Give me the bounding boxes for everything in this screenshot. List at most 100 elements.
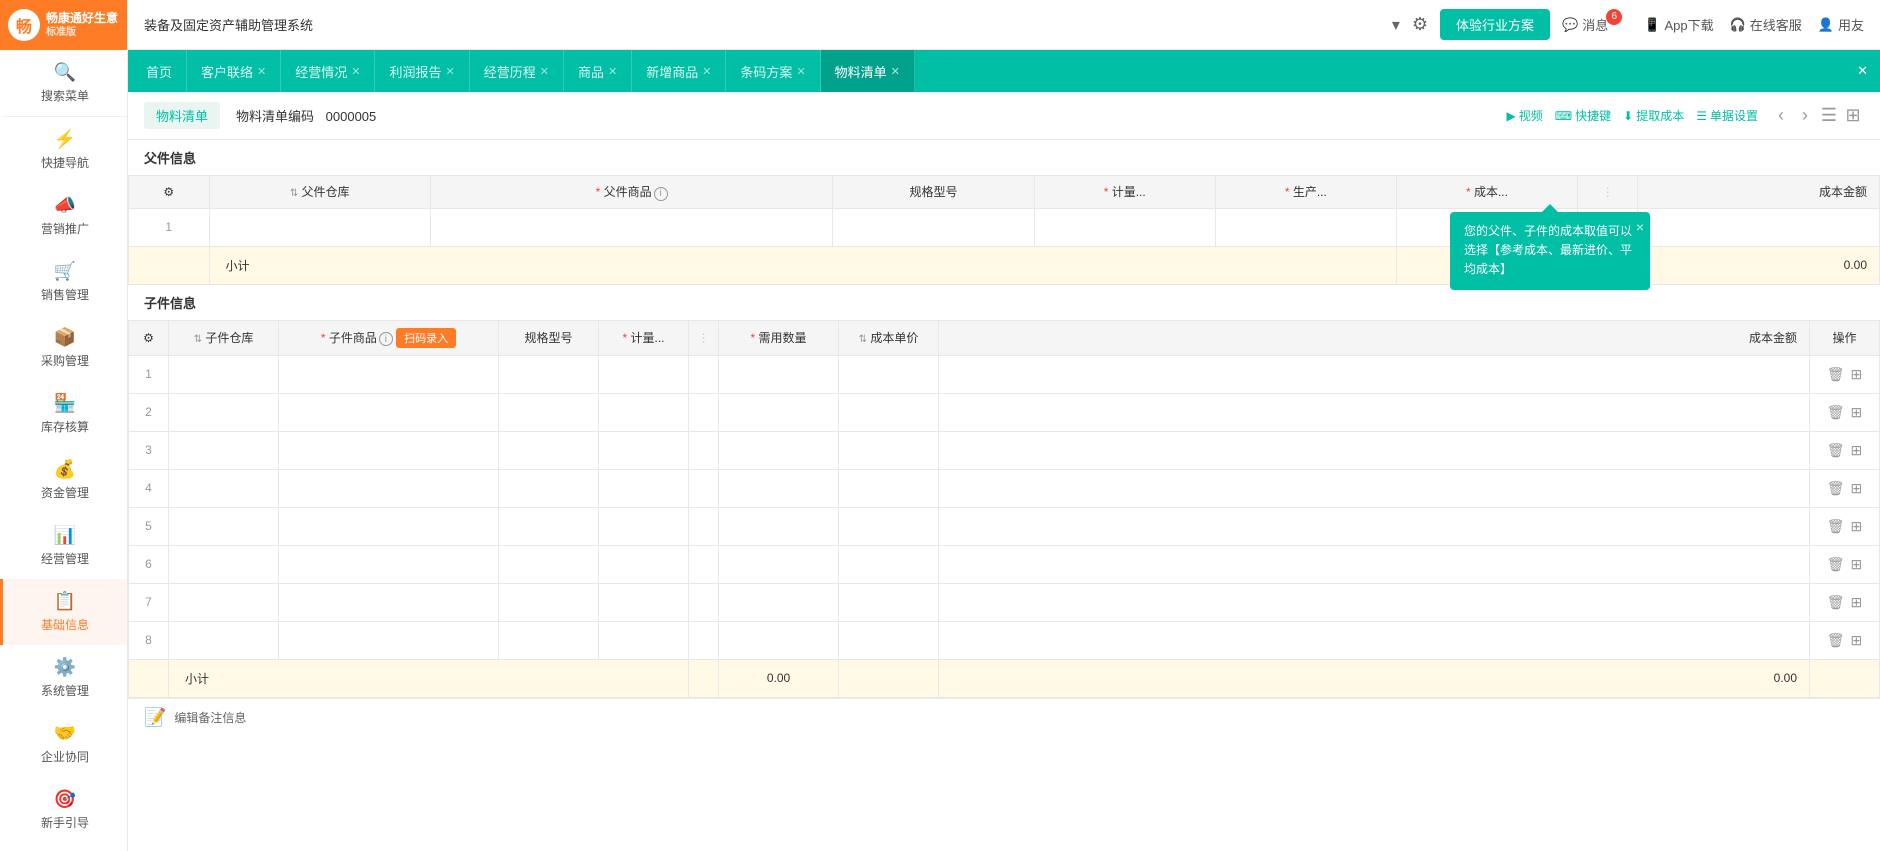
tab-history-close[interactable]: ✕ xyxy=(540,65,549,78)
child-row-1-quantity[interactable] xyxy=(719,355,839,393)
view-action[interactable]: ▶ 视频 xyxy=(1507,107,1543,124)
delete-icon-row-6[interactable]: 🗑 xyxy=(1827,556,1845,573)
child-row-7-spec[interactable] xyxy=(499,583,599,621)
sidebar-item-basic-info[interactable]: 📋 基础信息 xyxy=(0,579,127,645)
parent-row-1-unit[interactable] xyxy=(1034,208,1215,246)
child-row-5-unit[interactable] xyxy=(599,507,689,545)
child-row-2-goods[interactable] xyxy=(279,393,499,431)
prev-btn[interactable]: ‹ xyxy=(1770,105,1792,127)
tab-goods-close[interactable]: ✕ xyxy=(608,65,617,78)
sidebar-item-quick-nav[interactable]: ⚡ 快捷导航 xyxy=(0,117,127,183)
child-row-4-quantity[interactable] xyxy=(719,469,839,507)
scan-button[interactable]: 扫码录入 xyxy=(396,328,456,348)
parent-col-settings[interactable]: ⚙ xyxy=(129,176,210,209)
delete-icon-row-2[interactable]: 🗑 xyxy=(1827,404,1845,421)
child-row-6-goods[interactable] xyxy=(279,545,499,583)
sidebar-item-guide[interactable]: 🎯 新手引导 xyxy=(0,777,127,843)
child-row-1-unit-price[interactable] xyxy=(839,355,939,393)
sidebar-item-operation[interactable]: 📊 经营管理 xyxy=(0,513,127,579)
child-row-3-spec[interactable] xyxy=(499,431,599,469)
copy-icon-row-6[interactable]: ⊞ xyxy=(1851,556,1863,573)
child-row-8-unit-price[interactable] xyxy=(839,621,939,659)
expand-btn[interactable]: ⊞ xyxy=(1842,105,1864,127)
child-row-2-spec[interactable] xyxy=(499,393,599,431)
child-row-4-cost-amount[interactable] xyxy=(939,469,1810,507)
child-row-2-cost-amount[interactable] xyxy=(939,393,1810,431)
child-row-7-unit-price[interactable] xyxy=(839,583,939,621)
delete-icon-row-4[interactable]: 🗑 xyxy=(1827,480,1845,497)
sidebar-item-system[interactable]: ⚙️ 系统管理 xyxy=(0,645,127,711)
topbar-gear-icon[interactable]: ⚙ xyxy=(1412,14,1428,35)
trial-button[interactable]: 体验行业方案 xyxy=(1440,9,1550,40)
tab-history[interactable]: 经营历程 ✕ xyxy=(470,50,564,92)
child-row-5-spec[interactable] xyxy=(499,507,599,545)
tab-profit-close[interactable]: ✕ xyxy=(446,65,455,78)
child-row-6-warehouse[interactable] xyxy=(169,545,279,583)
delete-icon-row-1[interactable]: 🗑 xyxy=(1827,366,1845,383)
parent-row-1-goods[interactable] xyxy=(430,208,833,246)
copy-icon-row-1[interactable]: ⊞ xyxy=(1851,366,1863,383)
child-row-5-cost-amount[interactable] xyxy=(939,507,1810,545)
child-row-5-unit-price[interactable] xyxy=(839,507,939,545)
next-btn[interactable]: › xyxy=(1794,105,1816,127)
child-row-4-goods[interactable] xyxy=(279,469,499,507)
tab-profit[interactable]: 利润报告 ✕ xyxy=(375,50,469,92)
child-col-resize[interactable]: ⋮ xyxy=(689,320,719,355)
child-row-4-unit-price[interactable] xyxy=(839,469,939,507)
child-row-3-goods[interactable] xyxy=(279,431,499,469)
page-tab-code[interactable]: 物料清单编码 0000005 xyxy=(224,102,388,129)
tab-goods[interactable]: 商品 ✕ xyxy=(564,50,632,92)
close-all-tabs[interactable]: ✕ xyxy=(1849,63,1876,79)
copy-icon-row-8[interactable]: ⊞ xyxy=(1851,632,1863,649)
tab-customer[interactable]: 客户联络 ✕ xyxy=(187,50,281,92)
tab-new-goods-close[interactable]: ✕ xyxy=(702,65,711,78)
list-view-btn[interactable]: ☰ xyxy=(1818,105,1840,127)
delete-icon-row-7[interactable]: 🗑 xyxy=(1827,594,1845,611)
parent-col-resize[interactable]: ⋮ xyxy=(1578,176,1638,209)
shortcut-action[interactable]: ⌨ 快捷键 xyxy=(1555,107,1611,124)
app-download-item[interactable]: 📱 App下载 xyxy=(1644,15,1713,34)
tab-barcode[interactable]: 条码方案 ✕ xyxy=(726,50,820,92)
tab-barcode-close[interactable]: ✕ xyxy=(796,65,805,78)
child-row-8-warehouse[interactable] xyxy=(169,621,279,659)
sidebar-item-finance[interactable]: 💰 资金管理 xyxy=(0,447,127,513)
child-row-4-unit[interactable] xyxy=(599,469,689,507)
parent-row-1-batch[interactable] xyxy=(1215,208,1396,246)
child-row-3-quantity[interactable] xyxy=(719,431,839,469)
child-row-6-cost-amount[interactable] xyxy=(939,545,1810,583)
child-row-6-unit[interactable] xyxy=(599,545,689,583)
extract-cost-action[interactable]: ⬇ 提取成本 xyxy=(1623,107,1684,124)
sidebar-item-sales[interactable]: 🛒 销售管理 xyxy=(0,249,127,315)
delete-icon-row-3[interactable]: 🗑 xyxy=(1827,442,1845,459)
delete-icon-row-8[interactable]: 🗑 xyxy=(1827,632,1845,649)
copy-icon-row-5[interactable]: ⊞ xyxy=(1851,518,1863,535)
tab-home[interactable]: 首页 xyxy=(132,50,187,92)
child-row-3-unit[interactable] xyxy=(599,431,689,469)
tab-new-goods[interactable]: 新增商品 ✕ xyxy=(632,50,726,92)
child-row-1-spec[interactable] xyxy=(499,355,599,393)
tab-operation[interactable]: 经营情况 ✕ xyxy=(281,50,375,92)
parent-row-1-warehouse[interactable] xyxy=(209,208,430,246)
parent-row-1-spec[interactable] xyxy=(833,208,1034,246)
child-col-settings[interactable]: ⚙ xyxy=(129,320,169,355)
child-row-7-cost-amount[interactable] xyxy=(939,583,1810,621)
child-row-8-cost-amount[interactable] xyxy=(939,621,1810,659)
child-row-2-unit[interactable] xyxy=(599,393,689,431)
copy-icon-row-4[interactable]: ⊞ xyxy=(1851,480,1863,497)
user-item[interactable]: 👤 用友 xyxy=(1818,15,1864,34)
child-row-4-spec[interactable] xyxy=(499,469,599,507)
copy-icon-row-7[interactable]: ⊞ xyxy=(1851,594,1863,611)
child-row-8-quantity[interactable] xyxy=(719,621,839,659)
sidebar-item-cooperation[interactable]: 🤝 企业协同 xyxy=(0,711,127,777)
child-row-6-quantity[interactable] xyxy=(719,545,839,583)
sidebar-item-purchase[interactable]: 📦 采购管理 xyxy=(0,315,127,381)
copy-icon-row-2[interactable]: ⊞ xyxy=(1851,404,1863,421)
sidebar-item-marketing[interactable]: 📣 营销推广 xyxy=(0,183,127,249)
tab-bom[interactable]: 物料清单 ✕ xyxy=(821,50,915,92)
child-goods-info-icon[interactable]: i xyxy=(379,332,393,346)
child-row-5-quantity[interactable] xyxy=(719,507,839,545)
child-row-7-warehouse[interactable] xyxy=(169,583,279,621)
child-row-3-cost-amount[interactable] xyxy=(939,431,1810,469)
parent-row-1-cost-amount[interactable] xyxy=(1638,208,1880,246)
page-tab-bom[interactable]: 物料清单 xyxy=(144,102,220,129)
